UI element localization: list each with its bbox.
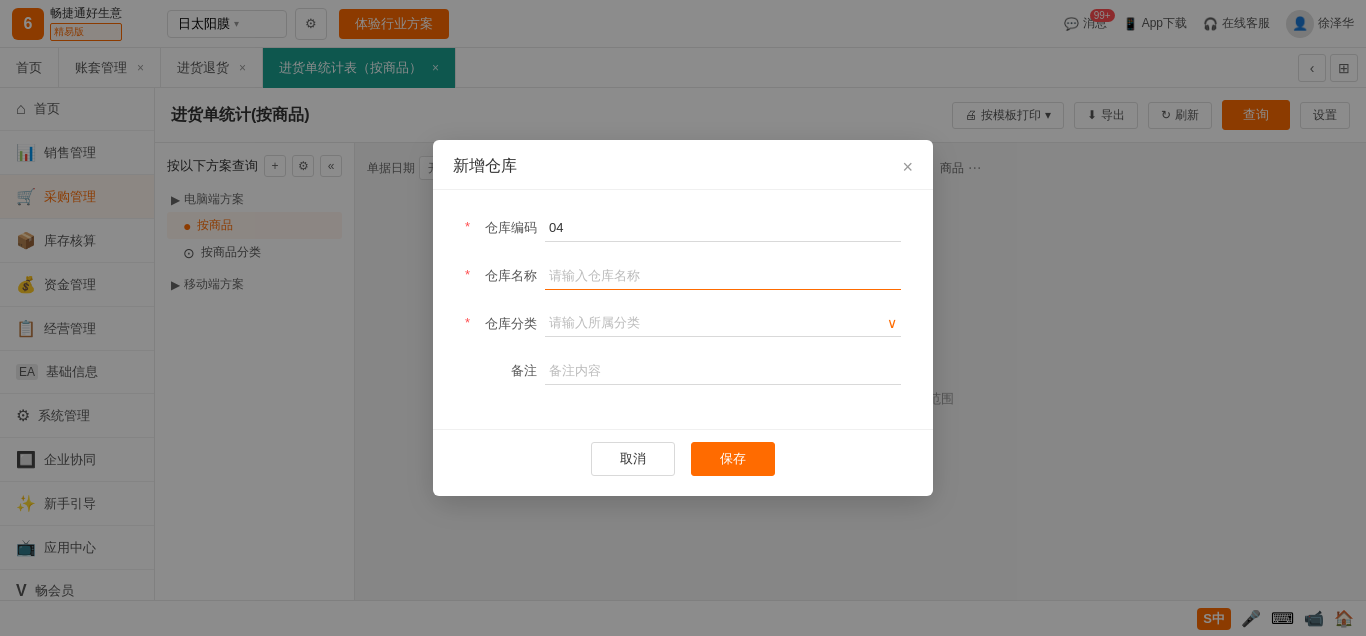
cancel-btn[interactable]: 取消 <box>591 442 675 476</box>
save-btn[interactable]: 保存 <box>691 442 775 476</box>
dialog-title: 新增仓库 <box>453 156 517 177</box>
form-row-code: 仓库编码 <box>465 214 901 242</box>
dialog-footer: 取消 保存 <box>433 429 933 496</box>
modal-overlay[interactable]: 新增仓库 × 仓库编码 仓库名称 仓库分类 请输入所属分类 ∨ <box>0 0 1366 636</box>
dialog-header: 新增仓库 × <box>433 140 933 190</box>
warehouse-name-input[interactable] <box>545 262 901 290</box>
warehouse-code-input[interactable] <box>545 214 901 242</box>
add-warehouse-dialog: 新增仓库 × 仓库编码 仓库名称 仓库分类 请输入所属分类 ∨ <box>433 140 933 496</box>
warehouse-category-label: 仓库分类 <box>465 315 545 333</box>
form-row-remark: 备注 <box>465 357 901 385</box>
dialog-body: 仓库编码 仓库名称 仓库分类 请输入所属分类 ∨ 备注 <box>433 190 933 429</box>
form-row-name: 仓库名称 <box>465 262 901 290</box>
warehouse-category-placeholder: 请输入所属分类 <box>549 314 887 332</box>
remark-label: 备注 <box>465 362 545 380</box>
category-dropdown-icon: ∨ <box>887 315 897 331</box>
warehouse-name-label: 仓库名称 <box>465 267 545 285</box>
warehouse-category-select[interactable]: 请输入所属分类 ∨ <box>545 310 901 337</box>
form-row-category: 仓库分类 请输入所属分类 ∨ <box>465 310 901 337</box>
dialog-close-btn[interactable]: × <box>902 158 913 176</box>
remark-input[interactable] <box>545 357 901 385</box>
warehouse-code-label: 仓库编码 <box>465 219 545 237</box>
